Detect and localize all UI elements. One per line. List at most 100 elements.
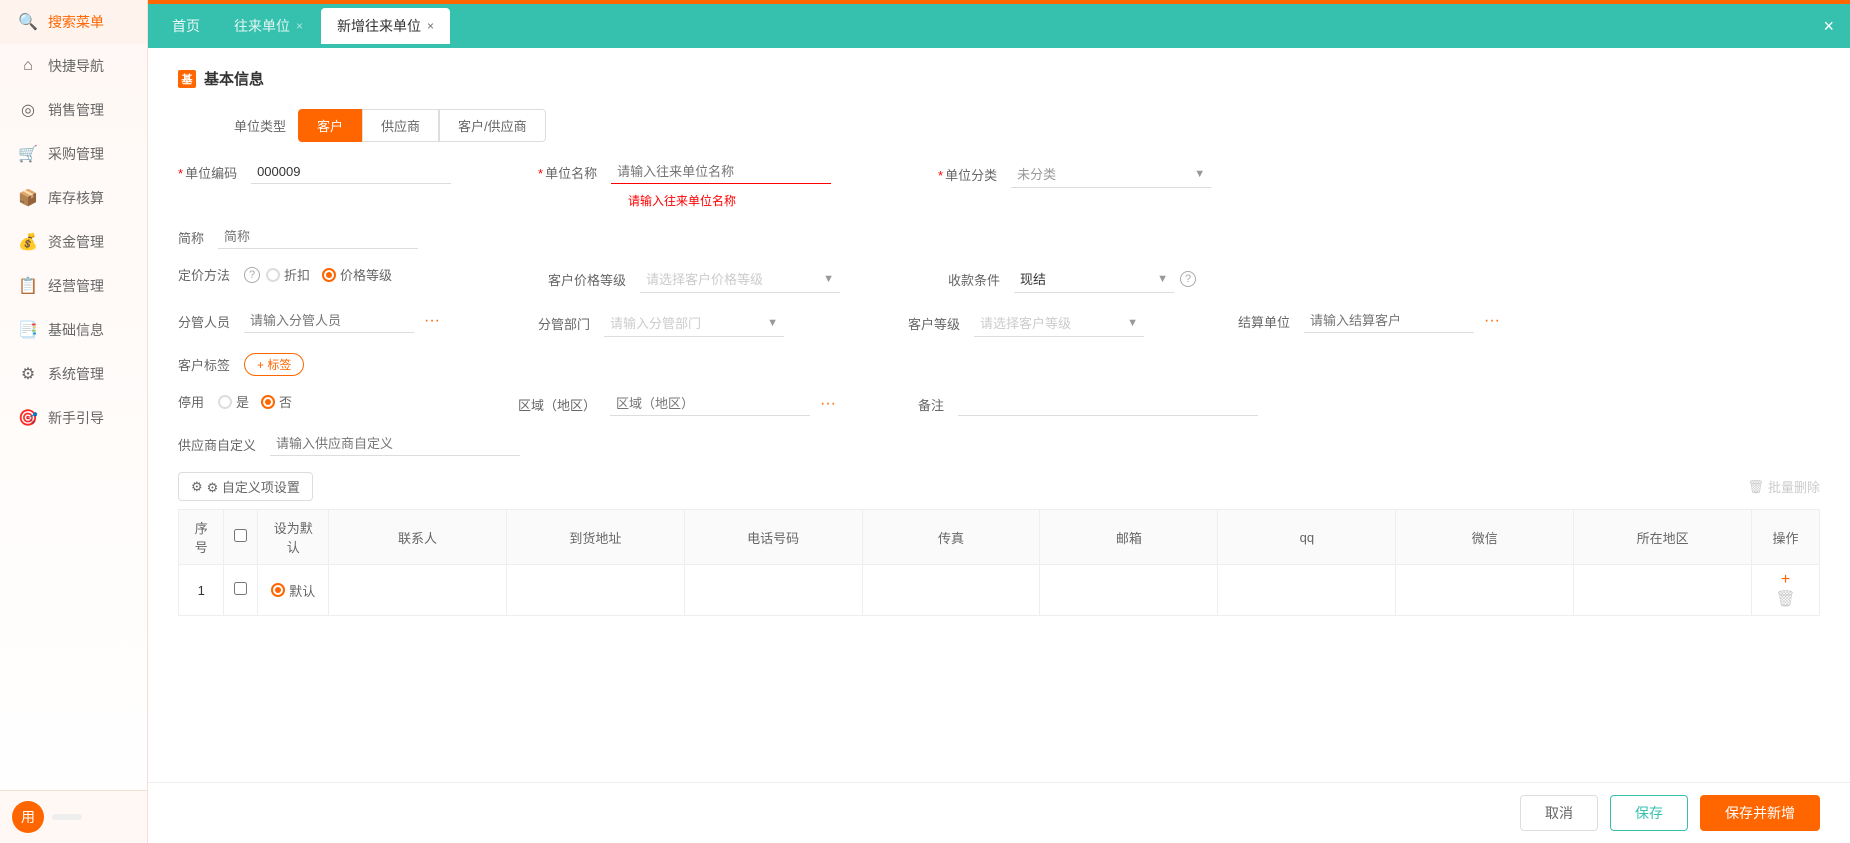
phone-input[interactable] [695, 583, 852, 598]
sidebar-item-sales[interactable]: ◎ 销售管理 [0, 88, 147, 132]
tab-home[interactable]: 首页 [156, 8, 216, 44]
radio-label: 折扣 [284, 265, 310, 284]
unit-name-input[interactable] [611, 160, 831, 184]
radio-circle [266, 268, 280, 282]
supplier-custom-input[interactable] [270, 432, 520, 456]
custom-settings-btn[interactable]: ⚙ ⚙ 自定义项设置 [178, 472, 313, 501]
save-button[interactable]: 保存 [1610, 795, 1688, 831]
sidebar-bottom: 用 [0, 790, 147, 843]
pricing-help-icon[interactable]: ? [244, 267, 260, 283]
address-input[interactable] [517, 583, 674, 598]
radio-label: 否 [279, 392, 292, 411]
row-checkbox[interactable] [234, 582, 247, 595]
pricing-method-group: 定价方法 ? 折扣 价格等级 [178, 265, 538, 284]
section-title: 基本信息 [204, 68, 264, 89]
select-all-checkbox[interactable] [234, 529, 247, 542]
sidebar-item-guide[interactable]: 🎯 新手引导 [0, 396, 147, 440]
row-default[interactable]: 默认 [258, 565, 329, 616]
tab-bar-close[interactable]: × [1815, 16, 1842, 37]
remark-input[interactable] [958, 392, 1258, 416]
region-label: 区域（地区） [518, 395, 604, 414]
chevron-down-icon: ▼ [823, 273, 834, 285]
batch-delete-btn[interactable]: 🗑 批量删除 [1747, 477, 1820, 496]
alias-input[interactable] [218, 225, 418, 249]
sidebar-item-basic[interactable]: 📑 基础信息 [0, 308, 147, 352]
row-wechat[interactable] [1396, 565, 1574, 616]
sidebar-item-system[interactable]: ⚙ 系统管理 [0, 352, 147, 396]
tab-close-new-counterparty[interactable]: × [427, 19, 434, 33]
sidebar-item-search[interactable]: 🔍 搜索菜单 [0, 0, 147, 44]
payment-terms-select[interactable]: 现结 ▼ [1014, 265, 1174, 293]
department-select[interactable]: 请输入分管部门 ▼ [604, 309, 784, 337]
form-row-tag: 客户标签 + 标签 [178, 353, 1820, 376]
disabled-label: 停用 [178, 392, 212, 411]
row-actions: + 🗑 [1752, 565, 1820, 616]
settlement-unit-input[interactable] [1304, 309, 1474, 333]
customer-level-select[interactable]: 请选择客户等级 ▼ [974, 309, 1144, 337]
sidebar-item-label: 经营管理 [48, 276, 104, 296]
row-address[interactable] [506, 565, 684, 616]
unit-type-supplier-btn[interactable]: 供应商 [362, 109, 439, 142]
save-new-button[interactable]: 保存并新增 [1700, 795, 1820, 831]
delete-row-btn[interactable]: 🗑 [1771, 589, 1799, 609]
pricing-discount-radio[interactable]: 折扣 [266, 265, 310, 284]
sidebar-item-quicknav[interactable]: ⌂ 快捷导航 [0, 44, 147, 88]
tab-counterparty[interactable]: 往来单位 × [218, 8, 319, 44]
manager-more-btn[interactable]: ··· [420, 312, 444, 330]
sidebar-item-label: 新手引导 [48, 408, 104, 428]
pricing-method-label: 定价方法 [178, 265, 238, 284]
settlement-unit-more-btn[interactable]: ··· [1480, 312, 1504, 330]
row-check[interactable] [224, 565, 258, 616]
remark-group: 备注 [918, 392, 1318, 416]
unit-type-customer-btn[interactable]: 客户 [298, 109, 362, 142]
sidebar-item-inventory[interactable]: 📦 库存核算 [0, 176, 147, 220]
qq-input[interactable] [1228, 583, 1385, 598]
row-phone[interactable] [684, 565, 862, 616]
sidebar-item-finance[interactable]: 💰 资金管理 [0, 220, 147, 264]
radio-label: 是 [236, 392, 249, 411]
tab-close-counterparty[interactable]: × [296, 19, 303, 33]
disabled-no-radio[interactable]: 否 [261, 392, 292, 411]
row-region[interactable] [1574, 565, 1752, 616]
col-no: 序号 [179, 510, 224, 565]
system-icon: ⚙ [18, 364, 38, 384]
unit-category-select[interactable]: 未分类 ▼ [1011, 160, 1211, 188]
row-contact[interactable] [329, 565, 507, 616]
unit-type-both-btn[interactable]: 客户/供应商 [439, 109, 546, 142]
col-check[interactable] [224, 510, 258, 565]
payment-terms-value: 现结 [1020, 269, 1153, 288]
row-qq[interactable] [1218, 565, 1396, 616]
row-email[interactable] [1040, 565, 1218, 616]
payment-terms-help-icon[interactable]: ? [1180, 271, 1196, 287]
radio-label: 价格等级 [340, 265, 392, 284]
user-avatar: 用 [12, 801, 44, 833]
manager-input[interactable] [244, 309, 414, 333]
customer-price-level-select[interactable]: 请选择客户价格等级 ▼ [640, 265, 840, 293]
add-tag-btn[interactable]: + 标签 [244, 353, 304, 376]
sidebar-item-label: 基础信息 [48, 320, 104, 340]
email-input[interactable] [1050, 583, 1207, 598]
sidebar-item-operations[interactable]: 📋 经营管理 [0, 264, 147, 308]
tab-new-counterparty[interactable]: 新增往来单位 × [321, 8, 450, 44]
row-region-input[interactable] [1584, 583, 1741, 598]
sidebar-item-purchase[interactable]: 🛒 采购管理 [0, 132, 147, 176]
chevron-down-icon: ▼ [767, 317, 778, 329]
cancel-button[interactable]: 取消 [1520, 795, 1598, 831]
disabled-yes-radio[interactable]: 是 [218, 392, 249, 411]
default-radio[interactable]: 默认 [268, 581, 318, 600]
sales-icon: ◎ [18, 100, 38, 120]
sidebar-expand [52, 814, 82, 820]
pricing-radio-group: 折扣 价格等级 [266, 265, 392, 284]
radio-circle-checked [322, 268, 336, 282]
region-more-btn[interactable]: ··· [816, 395, 840, 413]
wechat-input[interactable] [1406, 583, 1563, 598]
sidebar-item-label: 库存核算 [48, 188, 104, 208]
add-row-btn[interactable]: + [1777, 571, 1794, 589]
region-input[interactable] [610, 392, 810, 416]
row-fax[interactable] [862, 565, 1040, 616]
fax-input[interactable] [873, 583, 1030, 598]
sidebar-item-label: 资金管理 [48, 232, 104, 252]
pricing-level-radio[interactable]: 价格等级 [322, 265, 392, 284]
contact-input[interactable] [339, 583, 496, 598]
unit-code-input[interactable] [251, 160, 451, 184]
